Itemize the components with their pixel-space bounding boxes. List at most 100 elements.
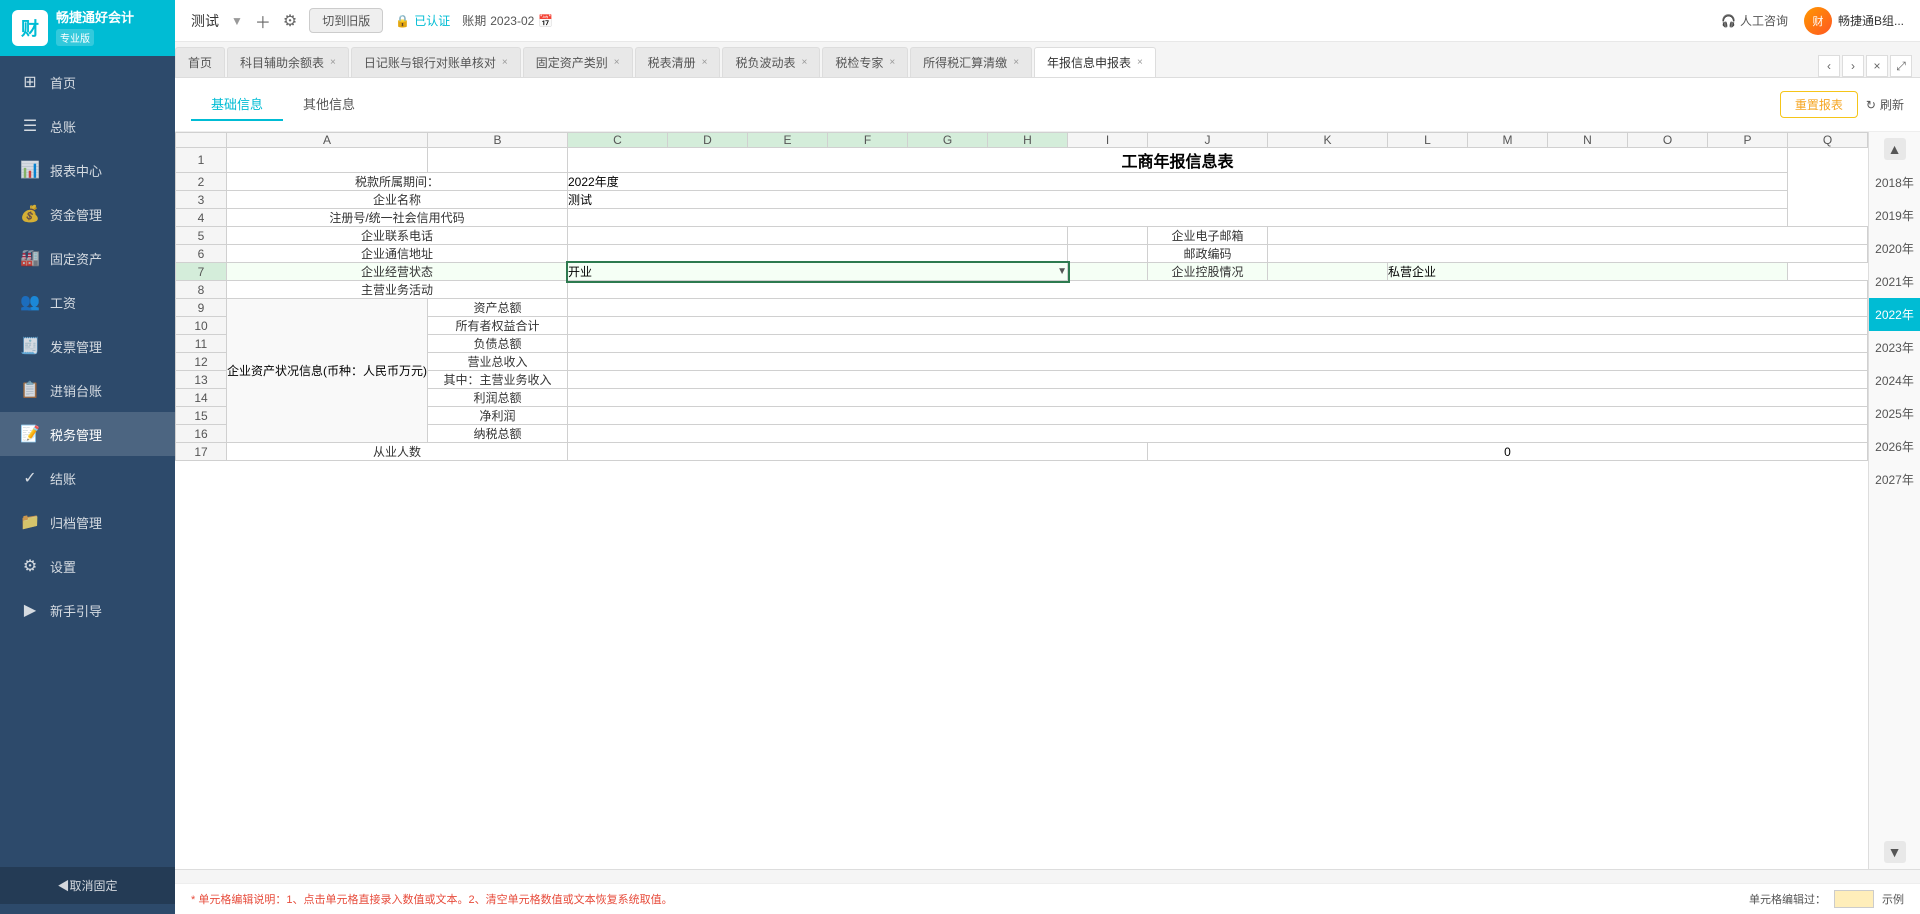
cell-7-dropdown[interactable]: 开业 ▼ <box>568 263 1068 281</box>
reset-report-button[interactable]: 重置报表 <box>1780 91 1858 118</box>
cell-4-value[interactable] <box>568 209 1788 227</box>
sidebar-item-总账[interactable]: ☰总账 <box>0 104 175 148</box>
help-button[interactable]: 🎧 人工咨询 <box>1721 12 1788 29</box>
col-header-j[interactable]: J <box>1148 133 1268 148</box>
cell-12-value[interactable] <box>568 353 1868 371</box>
col-header-e[interactable]: E <box>748 133 828 148</box>
year-scroll-down-button[interactable]: ▼ <box>1884 841 1906 863</box>
tab-close-icon[interactable]: × <box>330 57 336 68</box>
cell-8-value[interactable] <box>568 281 1868 299</box>
tab-close-icon[interactable]: × <box>1013 57 1019 68</box>
sidebar-item-税务管理[interactable]: 📝税务管理 <box>0 412 175 456</box>
year-item-2024年[interactable]: 2024年 <box>1869 364 1920 397</box>
year-item-2025年[interactable]: 2025年 <box>1869 397 1920 430</box>
cell-10-value[interactable] <box>568 317 1868 335</box>
sidebar-item-发票管理[interactable]: 🧾发票管理 <box>0 324 175 368</box>
cell-7-value2[interactable]: 私营企业 <box>1388 263 1788 281</box>
sidebar-item-新手引导[interactable]: ▶新手引导 <box>0 588 175 632</box>
col-header-a[interactable]: A <box>227 133 428 148</box>
tab-固定资产类别[interactable]: 固定资产类别× <box>523 47 633 77</box>
col-header-o[interactable]: O <box>1628 133 1708 148</box>
year-item-2018年[interactable]: 2018年 <box>1869 166 1920 199</box>
tab-other-info[interactable]: 其他信息 <box>283 88 375 121</box>
cell-7-empty[interactable] <box>1268 263 1388 281</box>
col-header-f[interactable]: F <box>828 133 908 148</box>
col-header-p[interactable]: P <box>1708 133 1788 148</box>
cell-16-value[interactable] <box>568 425 1868 443</box>
tab-basic-info[interactable]: 基础信息 <box>191 88 283 121</box>
col-header-b[interactable]: B <box>428 133 568 148</box>
col-header-h[interactable]: H <box>988 133 1068 148</box>
sidebar-item-归档管理[interactable]: 📁归档管理 <box>0 500 175 544</box>
cell-17-value[interactable]: 0 <box>1148 443 1868 461</box>
col-header-m[interactable]: M <box>1468 133 1548 148</box>
cell-13-value[interactable] <box>568 371 1868 389</box>
cell-14-value[interactable] <box>568 389 1868 407</box>
spreadsheet[interactable]: A B C D E F G H I J <box>175 132 1868 869</box>
col-header-c[interactable]: C <box>568 133 668 148</box>
year-item-2021年[interactable]: 2021年 <box>1869 265 1920 298</box>
cell-5-value2[interactable] <box>1268 227 1868 245</box>
cell-3-value[interactable]: 测试 <box>568 191 1788 209</box>
year-item-2019年[interactable]: 2019年 <box>1869 199 1920 232</box>
cell-9-value[interactable] <box>568 299 1868 317</box>
sidebar-item-首页[interactable]: ⊞首页 <box>0 60 175 104</box>
tab-close-icon[interactable]: × <box>889 57 895 68</box>
topbar-settings-button[interactable]: ⚙ <box>283 11 297 31</box>
tab-税表清册[interactable]: 税表清册× <box>635 47 721 77</box>
tab-年报信息申报表[interactable]: 年报信息申报表× <box>1034 47 1156 77</box>
tab-close-icon[interactable]: × <box>801 57 807 68</box>
sidebar-item-工资[interactable]: 👥工资 <box>0 280 175 324</box>
col-header-d[interactable]: D <box>668 133 748 148</box>
topbar-add-button[interactable]: ＋ <box>255 9 271 33</box>
col-header-n[interactable]: N <box>1548 133 1628 148</box>
year-item-2020年[interactable]: 2020年 <box>1869 232 1920 265</box>
sidebar-item-结账[interactable]: ✓结账 <box>0 456 175 500</box>
topbar-dropdown-arrow[interactable]: ▼ <box>231 14 243 28</box>
tab-close-icon[interactable]: × <box>502 57 508 68</box>
cell-15-value[interactable] <box>568 407 1868 425</box>
tab-首页[interactable]: 首页 <box>175 47 225 77</box>
tab-close-icon[interactable]: × <box>614 57 620 68</box>
year-item-2026年[interactable]: 2026年 <box>1869 430 1920 463</box>
cell-17-empty[interactable] <box>568 443 1148 461</box>
tab-expand-button[interactable]: ⤢ <box>1890 55 1912 77</box>
table-row: 3 企业名称 测试 <box>176 191 1868 209</box>
tab-prev-button[interactable]: ‹ <box>1818 55 1840 77</box>
col-header-g[interactable]: G <box>908 133 988 148</box>
sidebar-item-设置[interactable]: ⚙设置 <box>0 544 175 588</box>
cell-11-value[interactable] <box>568 335 1868 353</box>
sidebar-item-报表中心[interactable]: 📊报表中心 <box>0 148 175 192</box>
user-menu[interactable]: 财 畅捷通B组... <box>1804 7 1904 35</box>
year-item-2027年[interactable]: 2027年 <box>1869 463 1920 496</box>
cell-6-empty[interactable] <box>568 245 1068 263</box>
tab-所得税汇算清缴[interactable]: 所得税汇算清缴× <box>910 47 1032 77</box>
switch-version-button[interactable]: 切到旧版 <box>309 8 383 33</box>
cell-9-label: 资产总额 <box>428 299 568 317</box>
tab-税检专家[interactable]: 税检专家× <box>822 47 908 77</box>
tab-close-icon[interactable]: × <box>1137 57 1143 68</box>
calendar-icon[interactable]: 📅 <box>538 14 553 28</box>
cell-2-value[interactable]: 2022年度 <box>568 173 1788 191</box>
year-item-2023年[interactable]: 2023年 <box>1869 331 1920 364</box>
col-header-i[interactable]: I <box>1068 133 1148 148</box>
cell-5-empty[interactable] <box>568 227 1068 245</box>
horizontal-scrollbar[interactable] <box>175 869 1920 883</box>
col-header-q[interactable]: Q <box>1788 133 1868 148</box>
refresh-button[interactable]: ↻ 刷新 <box>1866 96 1904 113</box>
tab-next-button[interactable]: › <box>1842 55 1864 77</box>
col-header-k[interactable]: K <box>1268 133 1388 148</box>
year-scroll-up-button[interactable]: ▲ <box>1884 138 1906 160</box>
sidebar-item-资金管理[interactable]: 💰资金管理 <box>0 192 175 236</box>
col-header-l[interactable]: L <box>1388 133 1468 148</box>
tab-科目辅助余额表[interactable]: 科目辅助余额表× <box>227 47 349 77</box>
cell-6-value2[interactable] <box>1268 245 1868 263</box>
sidebar-item-固定资产[interactable]: 🏭固定资产 <box>0 236 175 280</box>
tab-close-all-button[interactable]: × <box>1866 55 1888 77</box>
sidebar-item-进销台账[interactable]: 📋进销台账 <box>0 368 175 412</box>
cancel-fixed-button[interactable]: ◀取消固定 <box>0 867 175 904</box>
year-item-2022年[interactable]: 2022年 <box>1869 298 1920 331</box>
tab-日记账与银行对账单核对[interactable]: 日记账与银行对账单核对× <box>351 47 521 77</box>
tab-税负波动表[interactable]: 税负波动表× <box>722 47 820 77</box>
tab-close-icon[interactable]: × <box>702 57 708 68</box>
